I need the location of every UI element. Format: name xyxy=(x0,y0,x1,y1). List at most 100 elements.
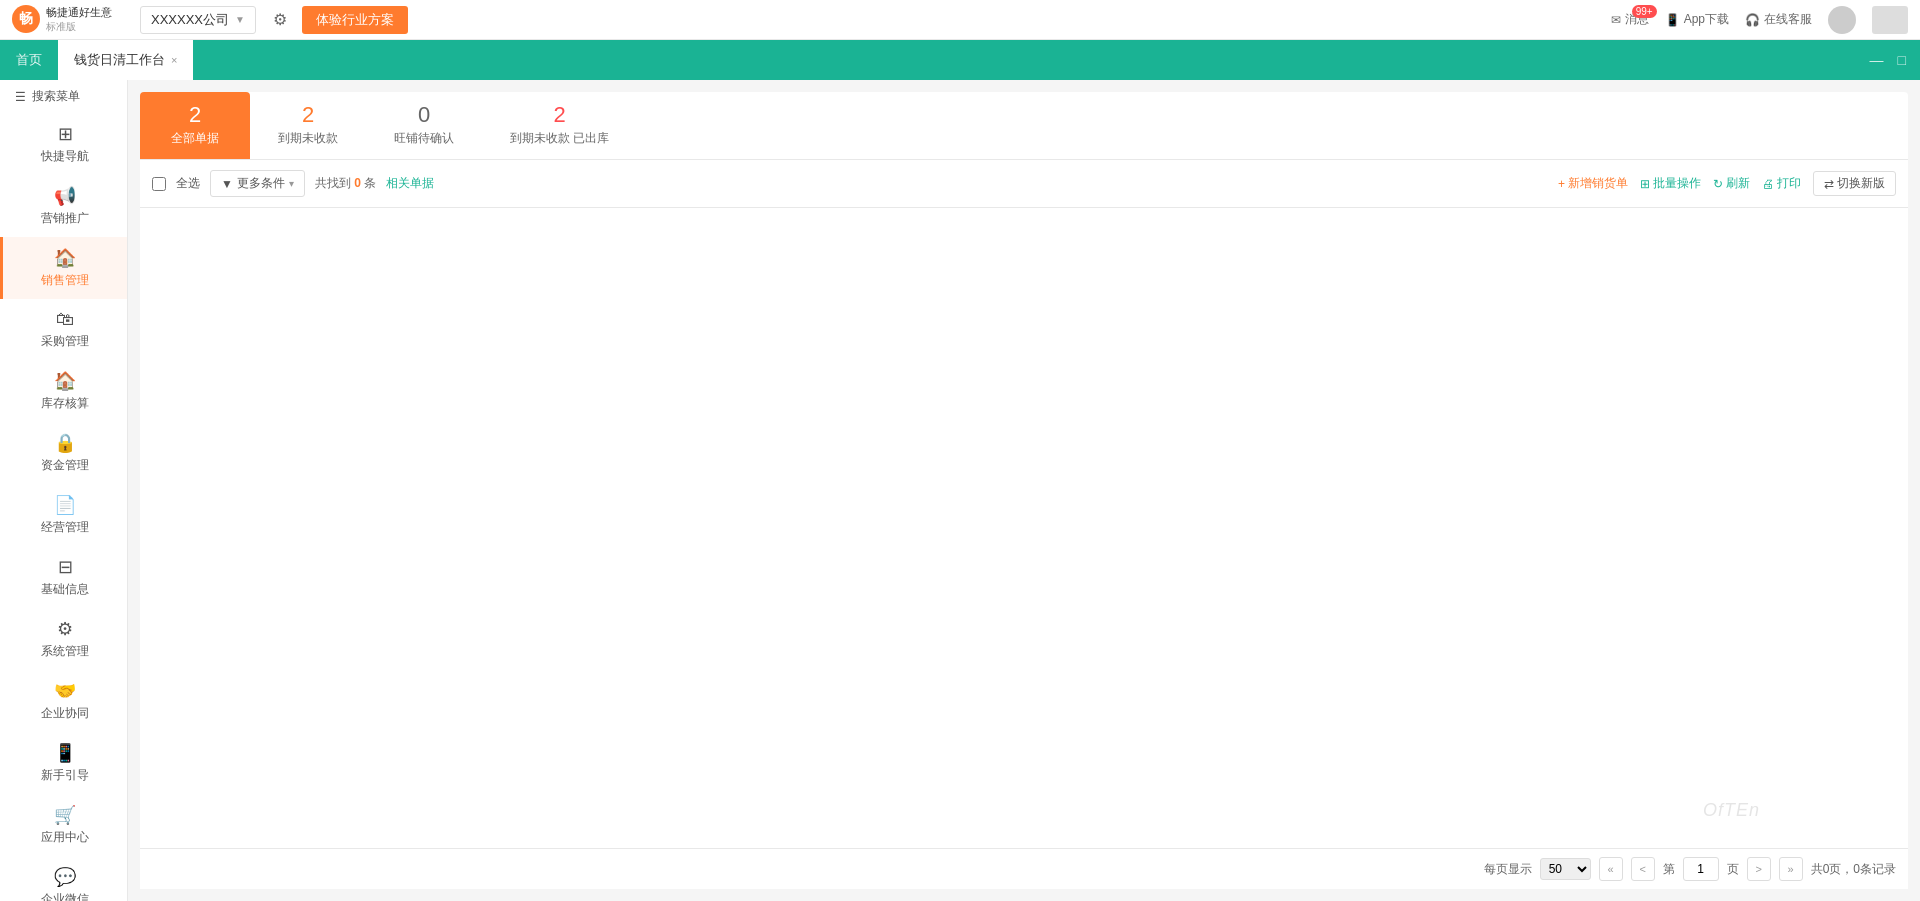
user-name-area[interactable] xyxy=(1872,6,1908,34)
sidebar-item-basic-info[interactable]: ⊟ 基础信息 xyxy=(0,546,127,608)
sidebar-item-marketing[interactable]: 📢 营销推广 xyxy=(0,175,127,237)
status-tab-pending[interactable]: 0 旺铺待确认 xyxy=(366,92,482,159)
sidebar-item-system[interactable]: ⚙ 系统管理 xyxy=(0,608,127,670)
tab-home-label: 首页 xyxy=(16,51,42,69)
sidebar-item-inventory[interactable]: 🏠 库存核算 xyxy=(0,360,127,422)
overdue-count: 2 xyxy=(302,102,314,128)
page-size-select[interactable]: 50 100 200 xyxy=(1540,858,1591,880)
status-tab-overdue[interactable]: 2 到期未收款 xyxy=(250,92,366,159)
page-input[interactable] xyxy=(1683,857,1719,881)
header-center: ⚙ 体验行业方案 xyxy=(266,6,408,34)
sales-label: 销售管理 xyxy=(41,272,89,289)
add-icon: + xyxy=(1558,177,1565,191)
inventory-label: 库存核算 xyxy=(41,395,89,412)
status-tab-all[interactable]: 2 全部单据 xyxy=(140,92,250,159)
per-page-label: 每页显示 xyxy=(1484,861,1532,878)
content-area: 2 全部单据 2 到期未收款 0 旺铺待确认 2 到期未收款 已出库 xyxy=(128,80,1920,901)
tab-home[interactable]: 首页 xyxy=(0,40,58,80)
company-dropdown-icon: ▼ xyxy=(235,14,245,25)
basic-info-icon: ⊟ xyxy=(58,556,73,578)
filter-arrow-icon: ▾ xyxy=(289,178,294,189)
app-center-icon: 🛒 xyxy=(54,804,76,826)
sidebar-item-operations[interactable]: 📄 经营管理 xyxy=(0,484,127,546)
online-service-btn[interactable]: 🎧 在线客服 xyxy=(1745,11,1812,28)
sales-icon: 🏠 xyxy=(54,247,76,269)
switch-label: 切换新版 xyxy=(1837,175,1885,192)
out-count: 2 xyxy=(554,102,566,128)
messages-btn[interactable]: ✉ 消息 99+ xyxy=(1611,11,1649,28)
inventory-icon: 🏠 xyxy=(54,370,76,392)
tab-expand-btn[interactable]: □ xyxy=(1894,48,1910,72)
tab-workbench[interactable]: 钱货日清工作台 × xyxy=(58,40,193,80)
overdue-label: 到期未收款 xyxy=(278,130,338,147)
refresh-btn[interactable]: ↻ 刷新 xyxy=(1713,175,1750,192)
batch-btn[interactable]: ⊞ 批量操作 xyxy=(1640,175,1701,192)
tab-controls: — □ xyxy=(1866,48,1920,72)
header-right: ✉ 消息 99+ 📱 App下载 🎧 在线客服 xyxy=(1611,6,1908,34)
status-tab-out[interactable]: 2 到期未收款 已出库 xyxy=(482,92,637,159)
online-service-label: 在线客服 xyxy=(1764,11,1812,28)
logo-icon: 畅 xyxy=(12,5,40,33)
system-label: 系统管理 xyxy=(41,643,89,660)
refresh-icon: ↻ xyxy=(1713,177,1723,191)
found-unit: 条 xyxy=(364,176,376,190)
add-sale-btn[interactable]: + 新增销货单 xyxy=(1558,175,1628,192)
top-header: 畅 畅捷通好生意 标准版 XXXXXX公司 ▼ ⚙ 体验行业方案 ✉ 消息 99… xyxy=(0,0,1920,40)
finance-label: 资金管理 xyxy=(41,457,89,474)
print-btn[interactable]: 🖨 打印 xyxy=(1762,175,1801,192)
sidebar-item-guide[interactable]: 📱 新手引导 xyxy=(0,732,127,794)
enterprise-icon: 🤝 xyxy=(54,680,76,702)
wechat-icon: 💬 xyxy=(54,866,76,888)
sidebar-item-purchase[interactable]: 🛍 采购管理 xyxy=(0,299,127,360)
found-prefix: 共找到 xyxy=(315,176,351,190)
refresh-label: 刷新 xyxy=(1726,175,1750,192)
print-icon: 🖨 xyxy=(1762,177,1774,191)
toolbar-right: + 新增销货单 ⊞ 批量操作 ↻ 刷新 🖨 打印 xyxy=(1558,171,1896,196)
switch-btn[interactable]: ⇄ 切换新版 xyxy=(1813,171,1896,196)
toolbar: 全选 ▼ 更多条件 ▾ 共找到 0 条 相关单据 + 新增销货单 xyxy=(140,160,1908,208)
select-all-checkbox[interactable] xyxy=(152,177,166,191)
sidebar-item-sales[interactable]: 🏠 销售管理 xyxy=(0,237,127,299)
download-icon: 📱 xyxy=(1665,13,1680,27)
batch-icon: ⊞ xyxy=(1640,177,1650,191)
app-download-btn[interactable]: 📱 App下载 xyxy=(1665,11,1729,28)
select-all-label: 全选 xyxy=(176,175,200,192)
sidebar-item-finance[interactable]: 🔒 资金管理 xyxy=(0,422,127,484)
tab-close-icon[interactable]: × xyxy=(171,54,177,66)
table-area xyxy=(140,208,1908,848)
sidebar-item-quick-nav[interactable]: ⊞ 快捷导航 xyxy=(0,113,127,175)
content-inner: 2 全部单据 2 到期未收款 0 旺铺待确认 2 到期未收款 已出库 xyxy=(128,80,1920,901)
found-count: 0 xyxy=(354,176,361,190)
sidebar-item-wechat[interactable]: 💬 企业微信 xyxy=(0,856,127,901)
search-icon: ☰ xyxy=(15,90,26,104)
prev-page-btn[interactable]: < xyxy=(1631,857,1655,881)
search-menu-item[interactable]: ☰ 搜索菜单 xyxy=(0,80,127,113)
tab-bar: 首页 钱货日清工作台 × — □ xyxy=(0,40,1920,80)
avatar[interactable] xyxy=(1828,6,1856,34)
search-menu-label: 搜索菜单 xyxy=(32,88,80,105)
first-page-btn[interactable]: « xyxy=(1599,857,1623,881)
message-icon: ✉ xyxy=(1611,13,1621,27)
last-page-btn[interactable]: » xyxy=(1779,857,1803,881)
system-icon: ⚙ xyxy=(57,618,73,640)
industry-btn[interactable]: 体验行业方案 xyxy=(302,6,408,34)
sidebar-item-app-center[interactable]: 🛒 应用中心 xyxy=(0,794,127,856)
all-label: 全部单据 xyxy=(171,130,219,147)
marketing-label: 营销推广 xyxy=(41,210,89,227)
app-name: 畅捷通好生意 xyxy=(46,5,112,19)
filter-button[interactable]: ▼ 更多条件 ▾ xyxy=(210,170,305,197)
add-btn-label: 新增销货单 xyxy=(1568,175,1628,192)
pending-count: 0 xyxy=(418,102,430,128)
sidebar-item-enterprise[interactable]: 🤝 企业协同 xyxy=(0,670,127,732)
logo-area: 畅 畅捷通好生意 标准版 xyxy=(12,5,140,33)
next-page-btn[interactable]: > xyxy=(1747,857,1771,881)
company-name: XXXXXX公司 xyxy=(151,11,229,29)
app-download-label: App下载 xyxy=(1684,11,1729,28)
related-label[interactable]: 相关单据 xyxy=(386,175,434,192)
filter-label: 更多条件 xyxy=(237,175,285,192)
settings-button[interactable]: ⚙ xyxy=(266,6,294,34)
tab-minimize-btn[interactable]: — xyxy=(1866,48,1888,72)
wechat-label: 企业微信 xyxy=(41,891,89,901)
company-selector[interactable]: XXXXXX公司 ▼ xyxy=(140,6,256,34)
app-version: 标准版 xyxy=(46,20,112,34)
